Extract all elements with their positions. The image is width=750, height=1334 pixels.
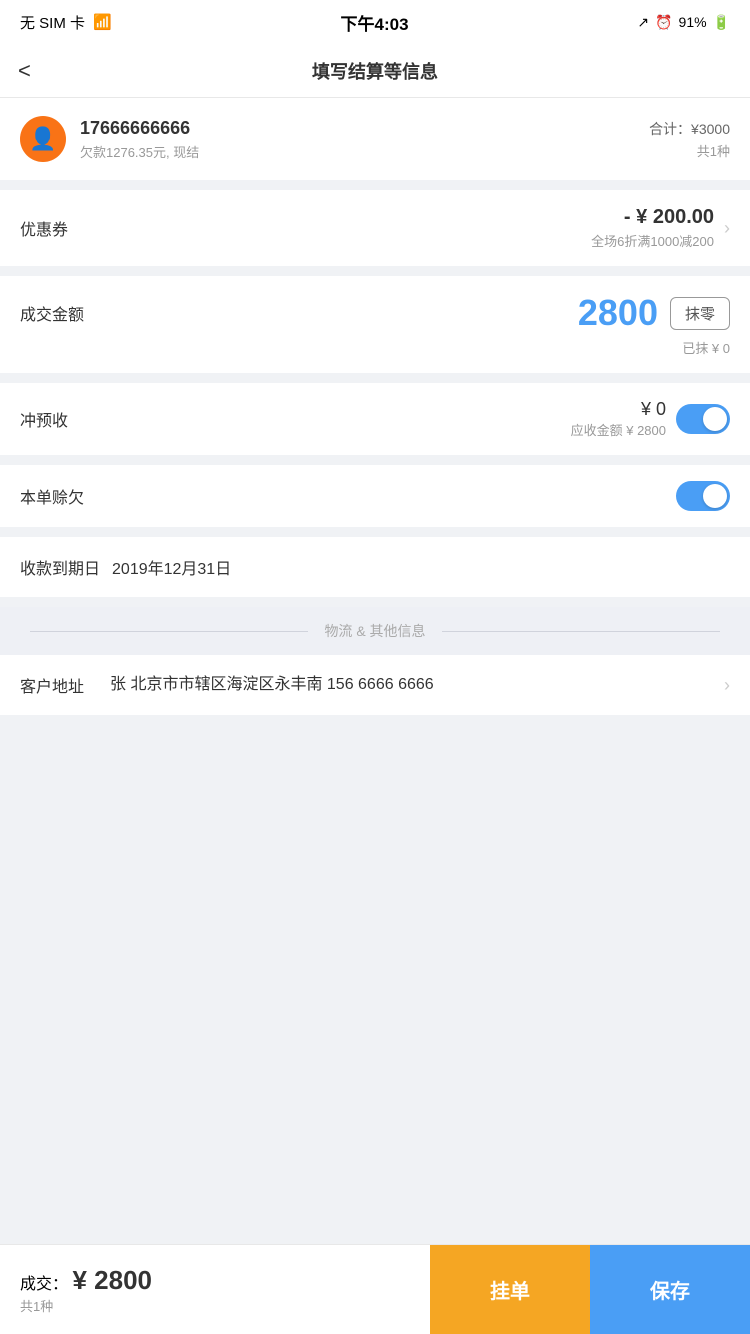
prepay-section: 冲预收 ¥ 0 应收金额 ¥ 2800 <box>0 383 750 455</box>
amount-row: 成交金额 2800 抹零 <box>20 292 730 334</box>
prepay-label: 冲预收 <box>20 407 68 431</box>
bottom-total-amount: ¥ 2800 <box>72 1265 152 1295</box>
wifi-icon: 📶 <box>93 13 112 31</box>
customer-right: 合计：¥3000 共1种 <box>649 119 730 160</box>
customer-card: 👤 17666666666 欠款1276.35元, 现结 合计：¥3000 共1… <box>0 98 750 180</box>
battery-icon: 🔋 <box>713 14 730 31</box>
status-left: 无 SIM 卡 📶 <box>20 12 112 33</box>
customer-info: 17666666666 欠款1276.35元, 现结 <box>80 118 199 161</box>
nav-bar: < 填写结算等信息 <box>0 44 750 98</box>
prepay-info: ¥ 0 应收金额 ¥ 2800 <box>571 399 666 439</box>
credit-toggle[interactable] <box>676 481 730 511</box>
location-icon: ↗ <box>637 14 649 31</box>
total-label: 合计：¥3000 <box>649 119 730 139</box>
status-right: ↗ ⏰ 91% 🔋 <box>637 14 730 31</box>
coupon-chevron-icon: › <box>724 218 730 239</box>
divider-line-right <box>442 631 720 632</box>
coupon-discount: - ¥ 200.00 <box>591 206 714 229</box>
coupon-row[interactable]: 优惠券 - ¥ 200.00 全场6折满1000减200 › <box>0 190 750 266</box>
credit-section: 本单赊欠 <box>0 465 750 527</box>
divider-line-left <box>30 631 308 632</box>
due-date-label: 收款到期日 <box>20 555 100 579</box>
customer-debt: 欠款1276.35元, 现结 <box>80 142 199 161</box>
address-value: 张 北京市市辖区海淀区永丰南 156 6666 6666 <box>110 673 714 697</box>
gray-space <box>0 715 750 835</box>
coupon-value-right: - ¥ 200.00 全场6折满1000减200 › <box>591 206 730 250</box>
save-button[interactable]: 保存 <box>590 1245 750 1334</box>
amount-section: 成交金额 2800 抹零 已抹 ¥ 0 <box>0 276 750 373</box>
amount-value-wrap: 2800 抹零 <box>578 292 730 334</box>
avatar: 👤 <box>20 116 66 162</box>
divider-section: 物流 & 其他信息 <box>0 607 750 655</box>
hang-button[interactable]: 挂单 <box>430 1245 590 1334</box>
round-button[interactable]: 抹零 <box>670 297 730 330</box>
prepay-row: 冲预收 ¥ 0 应收金额 ¥ 2800 <box>20 383 730 455</box>
battery-text: 91% <box>679 14 707 30</box>
status-time: 下午4:03 <box>341 10 409 35</box>
customer-phone: 17666666666 <box>80 118 199 139</box>
nav-title: 填写结算等信息 <box>312 58 438 84</box>
prepay-sub: 应收金额 ¥ 2800 <box>571 420 666 439</box>
divider-text: 物流 & 其他信息 <box>308 621 441 641</box>
customer-left: 👤 17666666666 欠款1276.35元, 现结 <box>20 116 199 162</box>
content: 👤 17666666666 欠款1276.35元, 现结 合计：¥3000 共1… <box>0 98 750 935</box>
address-row[interactable]: 客户地址 张 北京市市辖区海淀区永丰南 156 6666 6666 › <box>0 655 750 715</box>
no-sim-text: 无 SIM 卡 <box>20 12 85 33</box>
bottom-total-label: 成交： <box>20 1276 68 1293</box>
bottom-label-wrap: 成交： ¥ 2800 <box>20 1265 410 1296</box>
amount-number: 2800 <box>578 292 658 334</box>
status-bar: 无 SIM 卡 📶 下午4:03 ↗ ⏰ 91% 🔋 <box>0 0 750 44</box>
amount-sub: 已抹 ¥ 0 <box>20 338 730 357</box>
coupon-label: 优惠券 <box>20 216 68 240</box>
due-date-value: 2019年12月31日 <box>112 555 231 579</box>
back-button[interactable]: < <box>18 58 31 84</box>
address-label: 客户地址 <box>20 673 100 697</box>
prepay-amount: ¥ 0 <box>571 399 666 420</box>
bottom-count: 共1种 <box>20 1296 410 1315</box>
bottom-bar: 成交： ¥ 2800 共1种 挂单 保存 <box>0 1244 750 1334</box>
total-count: 共1种 <box>649 141 730 160</box>
amount-label: 成交金额 <box>20 301 84 325</box>
prepay-right: ¥ 0 应收金额 ¥ 2800 <box>571 399 730 439</box>
bottom-info: 成交： ¥ 2800 共1种 <box>0 1265 430 1315</box>
coupon-info: - ¥ 200.00 全场6折满1000减200 <box>591 206 714 250</box>
prepay-toggle[interactable] <box>676 404 730 434</box>
due-date-row: 收款到期日 2019年12月31日 <box>0 537 750 597</box>
credit-label: 本单赊欠 <box>20 484 84 508</box>
coupon-section: 优惠券 - ¥ 200.00 全场6折满1000减200 › <box>0 190 750 266</box>
coupon-desc: 全场6折满1000减200 <box>591 231 714 250</box>
address-chevron-icon: › <box>724 675 730 696</box>
alarm-icon: ⏰ <box>655 14 672 31</box>
